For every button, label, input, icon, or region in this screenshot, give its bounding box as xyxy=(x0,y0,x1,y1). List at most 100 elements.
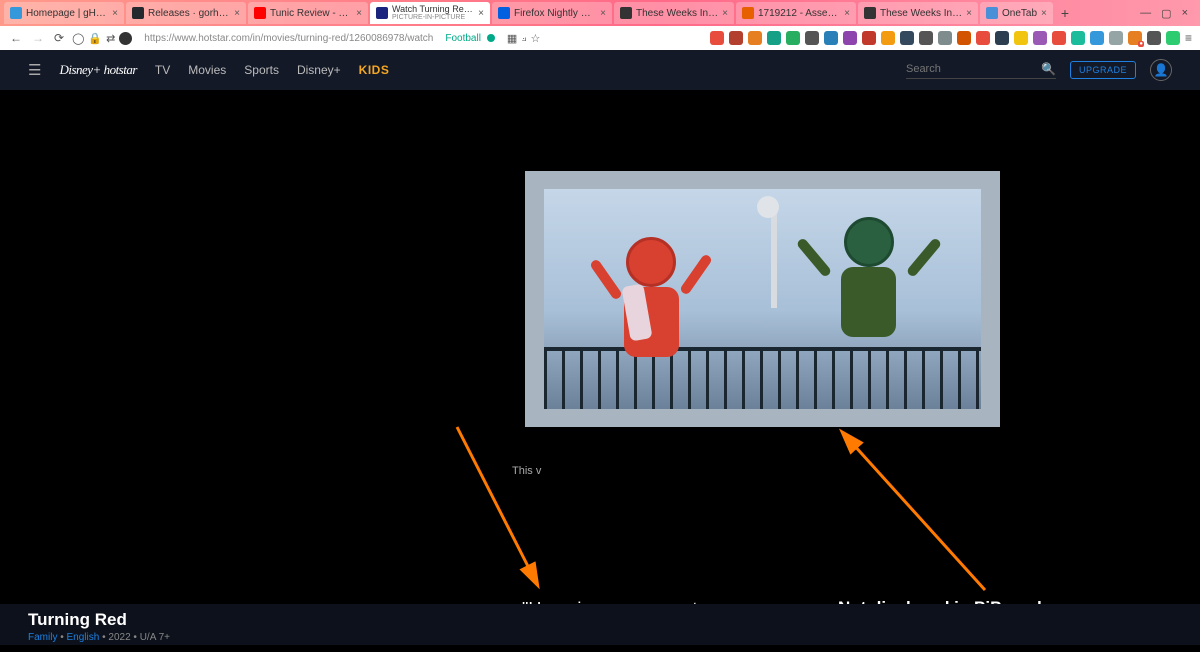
tab-nightly[interactable]: Firefox Nightly 100.0a1 × xyxy=(492,2,612,24)
window-controls: — ▢ × xyxy=(1140,7,1196,20)
tab-title: Homepage | gHacks Te... xyxy=(26,8,108,19)
tab-weeks1[interactable]: These Weeks In Firefox × xyxy=(614,2,734,24)
forward-button[interactable]: → xyxy=(30,31,46,45)
close-icon[interactable]: × xyxy=(600,8,606,19)
extension-icon[interactable] xyxy=(957,31,971,45)
permissions-icon[interactable]: ⇄ xyxy=(106,32,115,45)
rss-icon[interactable]: ⟓ xyxy=(521,32,526,45)
search-input[interactable] xyxy=(906,63,1041,75)
extension-icon[interactable] xyxy=(938,31,952,45)
tab-bar: Homepage | gHacks Te... × Releases · gor… xyxy=(0,0,1200,26)
menu-icon[interactable]: ☰ xyxy=(28,61,41,79)
brand-logo[interactable]: Disney+ hotstar xyxy=(59,62,136,78)
extension-icon[interactable] xyxy=(995,31,1009,45)
favicon-icon xyxy=(376,7,388,19)
extension-icon[interactable] xyxy=(900,31,914,45)
address-bar[interactable]: https://www.hotstar.com/in/movies/turnin… xyxy=(138,31,439,46)
extension-icon[interactable] xyxy=(1109,31,1123,45)
extension-icon[interactable] xyxy=(1090,31,1104,45)
extension-icon[interactable] xyxy=(786,31,800,45)
extension-icon[interactable] xyxy=(805,31,819,45)
tab-onetab[interactable]: OneTab × xyxy=(980,2,1053,24)
toolbar: ← → ⟳ ◯ 🔒 ⇄ https://www.hotstar.com/in/m… xyxy=(0,26,1200,50)
extension-icon[interactable]: ● xyxy=(1128,31,1142,45)
extension-icon[interactable] xyxy=(862,31,876,45)
close-icon[interactable]: × xyxy=(234,8,240,19)
tab-bugzilla[interactable]: 1719212 - Assertions in × xyxy=(736,2,856,24)
tower-illustration xyxy=(771,202,777,308)
favicon-icon xyxy=(864,7,876,19)
meta-language[interactable]: English xyxy=(67,632,100,643)
extension-icon[interactable] xyxy=(1166,31,1180,45)
nav-kids[interactable]: KIDS xyxy=(359,63,390,77)
extension-icon[interactable] xyxy=(748,31,762,45)
favicon-icon xyxy=(986,7,998,19)
tab-hotstar-active[interactable]: Watch Turning Red - Di... PICTURE-IN-PIC… xyxy=(370,2,490,24)
extension-icon[interactable] xyxy=(919,31,933,45)
tab-title: These Weeks In Fire... xyxy=(880,8,962,19)
tab-youtube[interactable]: Tunic Review - YouTube × xyxy=(248,2,368,24)
auth-icon[interactable] xyxy=(119,32,132,45)
maximize-button[interactable]: ▢ xyxy=(1161,7,1171,20)
lock-icon[interactable]: 🔒 xyxy=(88,32,102,45)
browser-chrome: Homepage | gHacks Te... × Releases · gor… xyxy=(0,0,1200,50)
grid-icon[interactable]: ▦ xyxy=(507,32,517,45)
extension-icon[interactable] xyxy=(710,31,724,45)
brand-text: Disney+ hotstar xyxy=(59,62,136,78)
search-icon[interactable]: 🔍 xyxy=(1041,62,1056,76)
meta-genre[interactable]: Family xyxy=(28,632,57,643)
close-icon[interactable]: × xyxy=(966,8,972,19)
url-text: https://www.hotstar.com/in/movies/turnin… xyxy=(144,33,433,44)
tab-title: 1719212 - Assertions in xyxy=(758,8,840,19)
close-icon[interactable]: × xyxy=(844,8,850,19)
annotation-arrow-left-icon xyxy=(452,422,552,602)
shield-icon[interactable]: ◯ xyxy=(72,32,84,45)
tab-title: Tunic Review - YouTube xyxy=(270,8,352,19)
pip-window[interactable] xyxy=(525,171,1000,427)
meta-rest: • 2022 • U/A 7+ xyxy=(102,632,170,643)
truncated-label: This v xyxy=(512,465,541,477)
tab-ghacks[interactable]: Homepage | gHacks Te... × xyxy=(4,2,124,24)
tab-weeks2[interactable]: These Weeks In Fire... × xyxy=(858,2,978,24)
close-icon[interactable]: × xyxy=(112,8,118,19)
close-icon[interactable]: × xyxy=(356,8,362,19)
reload-button[interactable]: ⟳ xyxy=(52,31,66,45)
overflow-menu-icon[interactable]: ≡ xyxy=(1185,31,1192,45)
extension-icon[interactable] xyxy=(729,31,743,45)
bookmark-icon[interactable]: ☆ xyxy=(531,32,541,45)
nav-tv[interactable]: TV xyxy=(155,63,170,77)
extension-icon[interactable] xyxy=(976,31,990,45)
extension-icon[interactable] xyxy=(824,31,838,45)
football-badge[interactable]: Football xyxy=(445,33,481,44)
minimize-button[interactable]: — xyxy=(1140,7,1151,20)
extension-icon[interactable] xyxy=(767,31,781,45)
extension-icon[interactable] xyxy=(1071,31,1085,45)
close-icon[interactable]: × xyxy=(478,8,484,19)
profile-button[interactable]: 👤 xyxy=(1150,59,1172,81)
player-area: This v "Honoring your parents sounds gre… xyxy=(0,90,1200,590)
tab-title: OneTab xyxy=(1002,8,1037,19)
character-left-illustration xyxy=(596,237,706,387)
nav-sports[interactable]: Sports xyxy=(244,63,279,77)
favicon-icon xyxy=(620,7,632,19)
favicon-icon xyxy=(10,7,22,19)
nav-movies[interactable]: Movies xyxy=(188,63,226,77)
close-icon[interactable]: × xyxy=(722,8,728,19)
close-icon[interactable]: × xyxy=(1041,8,1047,19)
extension-icon[interactable] xyxy=(881,31,895,45)
new-tab-button[interactable]: + xyxy=(1055,5,1075,21)
search-container[interactable]: 🔍 xyxy=(906,62,1056,79)
extension-icon[interactable] xyxy=(1014,31,1028,45)
extension-icon[interactable] xyxy=(1052,31,1066,45)
extension-icon[interactable] xyxy=(843,31,857,45)
close-button[interactable]: × xyxy=(1182,7,1188,20)
movie-title: Turning Red xyxy=(28,610,1172,630)
upgrade-button[interactable]: UPGRADE xyxy=(1070,61,1136,79)
site-header: ☰ Disney+ hotstar TV Movies Sports Disne… xyxy=(0,50,1200,90)
extension-icon[interactable] xyxy=(1033,31,1047,45)
nav-disney[interactable]: Disney+ xyxy=(297,63,341,77)
extensions-bar: ● ≡ xyxy=(710,31,1192,45)
tab-github[interactable]: Releases · gorhill/uBlock × xyxy=(126,2,246,24)
back-button[interactable]: ← xyxy=(8,31,24,45)
extension-icon[interactable] xyxy=(1147,31,1161,45)
